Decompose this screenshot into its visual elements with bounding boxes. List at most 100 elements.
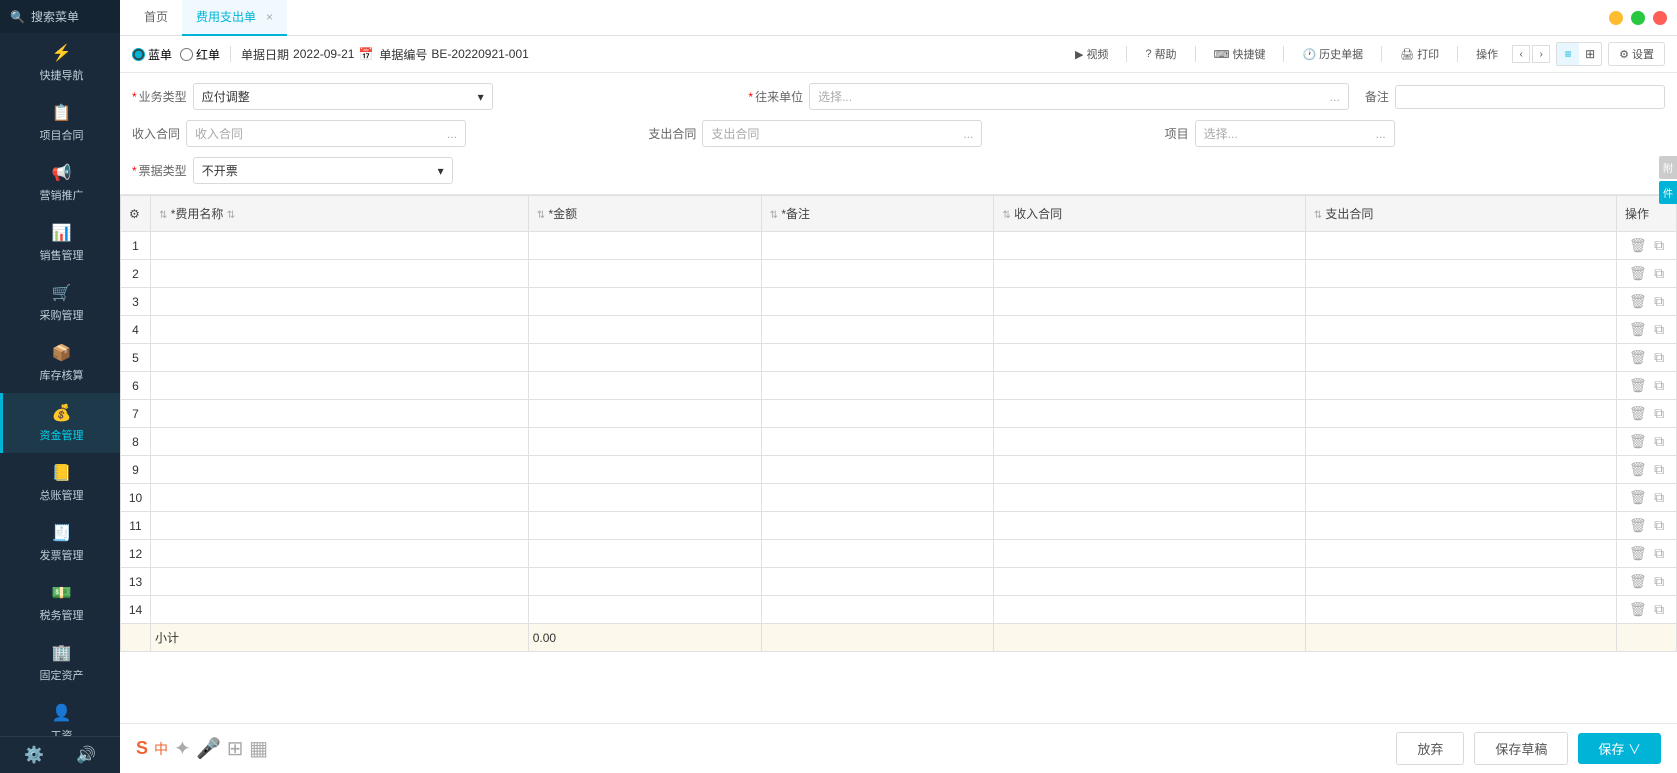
delete-btn-4[interactable]: 🗑	[1629, 321, 1647, 337]
expense-dots[interactable]: ...	[963, 127, 973, 141]
cell-expense-name-7[interactable]	[151, 400, 529, 428]
radio-red[interactable]: 红单	[180, 46, 220, 63]
delete-btn-10[interactable]: 🗑	[1629, 489, 1647, 505]
delete-btn-13[interactable]: 🗑	[1629, 573, 1647, 589]
cell-remark-9[interactable]	[761, 456, 994, 484]
business-type-select[interactable]: 应付调整 ▾	[193, 83, 493, 110]
cell-expense-contract-13[interactable]	[1305, 568, 1616, 596]
cell-expense-name-1[interactable]	[151, 232, 529, 260]
cell-expense-contract-7[interactable]	[1305, 400, 1616, 428]
right-panel-tab2[interactable]: 件	[1659, 181, 1677, 204]
delete-btn-6[interactable]: 🗑	[1629, 377, 1647, 393]
expense-contract-select[interactable]: 支出合同 ...	[702, 120, 982, 147]
col-income-contract[interactable]: ⇅ 收入合同	[994, 196, 1305, 232]
cell-income-contract-7[interactable]	[994, 400, 1305, 428]
cell-expense-contract-14[interactable]	[1305, 596, 1616, 624]
sidebar-item-fixed-assets[interactable]: 🏢固定资产	[0, 633, 120, 693]
cell-expense-name-13[interactable]	[151, 568, 529, 596]
copy-btn-9[interactable]: ⧉	[1654, 461, 1664, 477]
cell-amount-7[interactable]	[528, 400, 761, 428]
sidebar-item-invoice[interactable]: 🧾发票管理	[0, 513, 120, 573]
cell-remark-12[interactable]	[761, 540, 994, 568]
cell-amount-5[interactable]	[528, 344, 761, 372]
cell-amount-4[interactable]	[528, 316, 761, 344]
settings-icon[interactable]: ⚙️	[24, 745, 44, 765]
tab-expense[interactable]: 费用支出单 ×	[182, 0, 287, 36]
window-close[interactable]	[1653, 11, 1667, 25]
col-remark[interactable]: ⇅ *备注	[761, 196, 994, 232]
cell-expense-contract-3[interactable]	[1305, 288, 1616, 316]
cell-amount-10[interactable]	[528, 484, 761, 512]
cell-remark-13[interactable]	[761, 568, 994, 596]
delete-btn-12[interactable]: 🗑	[1629, 545, 1647, 561]
cell-expense-contract-5[interactable]	[1305, 344, 1616, 372]
cell-remark-10[interactable]	[761, 484, 994, 512]
cell-remark-2[interactable]	[761, 260, 994, 288]
cell-income-contract-14[interactable]	[994, 596, 1305, 624]
delete-btn-9[interactable]: 🗑	[1629, 461, 1647, 477]
copy-btn-14[interactable]: ⧉	[1654, 601, 1664, 617]
cell-expense-contract-8[interactable]	[1305, 428, 1616, 456]
cell-remark-11[interactable]	[761, 512, 994, 540]
cell-remark-6[interactable]	[761, 372, 994, 400]
delete-btn-3[interactable]: 🗑	[1629, 293, 1647, 309]
project-select[interactable]: 选择... ...	[1195, 120, 1395, 147]
cell-income-contract-12[interactable]	[994, 540, 1305, 568]
cell-expense-contract-2[interactable]	[1305, 260, 1616, 288]
copy-btn-1[interactable]: ⧉	[1654, 237, 1664, 253]
cell-amount-13[interactable]	[528, 568, 761, 596]
cell-remark-14[interactable]	[761, 596, 994, 624]
col-amount[interactable]: ⇅ *金额	[528, 196, 761, 232]
cell-expense-contract-10[interactable]	[1305, 484, 1616, 512]
col-gear[interactable]: ⚙	[121, 196, 151, 232]
cell-income-contract-8[interactable]	[994, 428, 1305, 456]
cell-expense-contract-11[interactable]	[1305, 512, 1616, 540]
remark-input[interactable]	[1395, 85, 1665, 109]
cell-expense-name-5[interactable]	[151, 344, 529, 372]
cell-amount-14[interactable]	[528, 596, 761, 624]
sidebar-item-sales[interactable]: 📊销售管理	[0, 213, 120, 273]
right-panel-tab1[interactable]: 附	[1659, 156, 1677, 179]
cell-amount-6[interactable]	[528, 372, 761, 400]
tab-home[interactable]: 首页	[130, 0, 182, 36]
cell-income-contract-3[interactable]	[994, 288, 1305, 316]
discard-button[interactable]: 放弃	[1396, 732, 1464, 765]
history-btn[interactable]: 🕐 历史单据	[1294, 43, 1371, 65]
docno-value[interactable]: BE-20220921-001	[431, 47, 528, 61]
income-dots[interactable]: ...	[447, 127, 457, 141]
copy-btn-2[interactable]: ⧉	[1654, 265, 1664, 281]
sidebar-item-purchase[interactable]: 🛒采购管理	[0, 273, 120, 333]
cell-amount-3[interactable]	[528, 288, 761, 316]
sidebar-item-tax[interactable]: 💵税务管理	[0, 573, 120, 633]
cell-expense-name-6[interactable]	[151, 372, 529, 400]
copy-btn-6[interactable]: ⧉	[1654, 377, 1664, 393]
income-contract-select[interactable]: 收入合同 ...	[186, 120, 466, 147]
copy-btn-12[interactable]: ⧉	[1654, 545, 1664, 561]
sidebar-item-inventory[interactable]: 📦库存核算	[0, 333, 120, 393]
delete-btn-7[interactable]: 🗑	[1629, 405, 1647, 421]
cell-amount-1[interactable]	[528, 232, 761, 260]
cell-expense-name-4[interactable]	[151, 316, 529, 344]
sidebar-item-marketing[interactable]: 📢营销推广	[0, 153, 120, 213]
delete-btn-14[interactable]: 🗑	[1629, 601, 1647, 617]
sidebar-search[interactable]: 🔍 搜索菜单	[0, 0, 120, 33]
delete-btn-11[interactable]: 🗑	[1629, 517, 1647, 533]
volume-icon[interactable]: 🔊	[76, 745, 96, 765]
copy-btn-8[interactable]: ⧉	[1654, 433, 1664, 449]
cell-expense-name-11[interactable]	[151, 512, 529, 540]
date-value[interactable]: 2022-09-21	[293, 47, 354, 61]
cell-remark-7[interactable]	[761, 400, 994, 428]
copy-btn-11[interactable]: ⧉	[1654, 517, 1664, 533]
delete-btn-8[interactable]: 🗑	[1629, 433, 1647, 449]
cell-amount-8[interactable]	[528, 428, 761, 456]
sidebar-item-accounting[interactable]: 📒总账管理	[0, 453, 120, 513]
settings-button[interactable]: ⚙ 设置	[1608, 42, 1665, 66]
copy-btn-10[interactable]: ⧉	[1654, 489, 1664, 505]
sidebar-item-capital[interactable]: 💰资金管理	[0, 393, 120, 453]
col-expense-name[interactable]: ⇅ *费用名称 ⇅	[151, 196, 529, 232]
operation-btn[interactable]: 操作	[1468, 43, 1506, 65]
copy-btn-5[interactable]: ⧉	[1654, 349, 1664, 365]
cell-amount-9[interactable]	[528, 456, 761, 484]
cell-expense-contract-4[interactable]	[1305, 316, 1616, 344]
col-expense-contract[interactable]: ⇅ 支出合同	[1305, 196, 1616, 232]
